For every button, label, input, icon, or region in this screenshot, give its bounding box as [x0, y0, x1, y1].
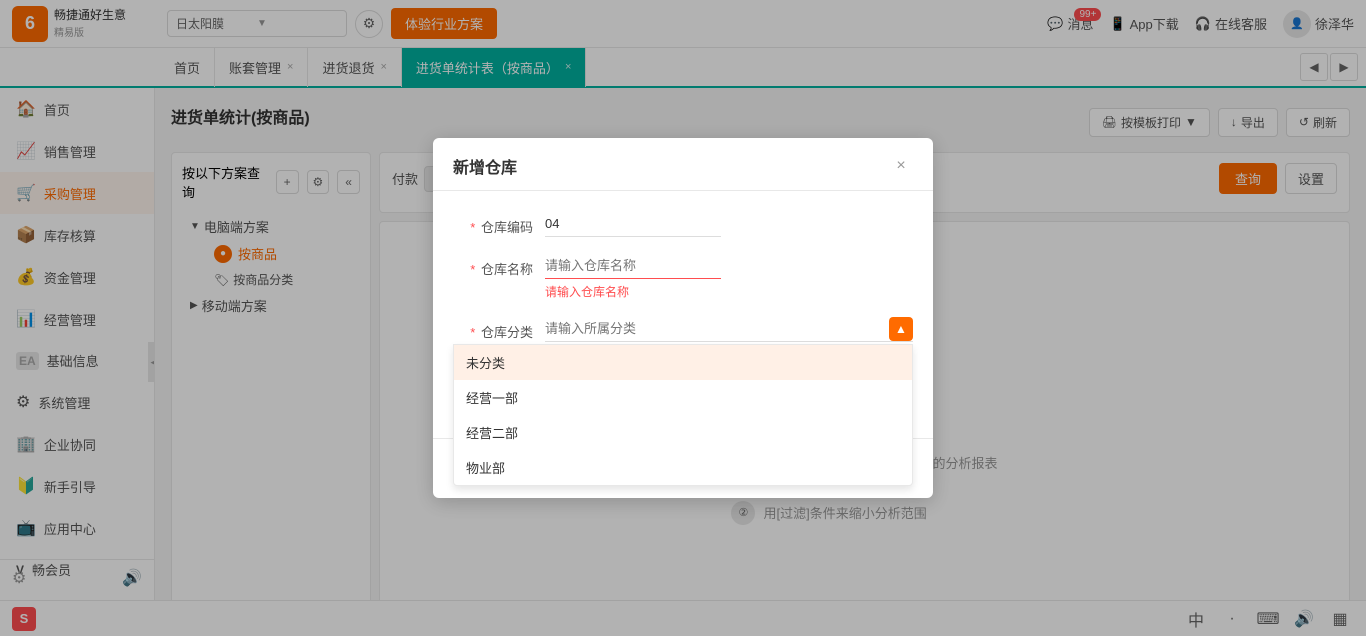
category-dropdown[interactable]: ▲ — [545, 316, 913, 342]
name-label-text: 仓库名称 — [481, 262, 533, 277]
modal-body: * 仓库编码 * 仓库名称 请输入仓库名称 — [433, 191, 933, 438]
modal-title: 新增仓库 — [453, 154, 517, 178]
modal-header: 新增仓库 × — [433, 138, 933, 191]
code-input[interactable] — [545, 211, 721, 237]
code-control-wrapper — [545, 211, 913, 237]
dropdown-item-dept2[interactable]: 经营二部 — [454, 415, 912, 450]
category-field-row: * 仓库分类 ▲ 未分类 经营一部 经营二部 物业部 — [453, 316, 913, 342]
dropdown-item-dept1[interactable]: 经营一部 — [454, 380, 912, 415]
name-field-row: * 仓库名称 请输入仓库名称 — [453, 253, 913, 300]
code-field-row: * 仓库编码 — [453, 211, 913, 237]
code-label: * 仓库编码 — [453, 211, 533, 236]
category-control-wrapper: ▲ 未分类 经营一部 经营二部 物业部 — [545, 316, 913, 342]
name-error-text: 请输入仓库名称 — [545, 283, 913, 300]
category-dropdown-arrow[interactable]: ▲ — [889, 317, 913, 341]
category-required-mark: * — [470, 325, 475, 340]
code-label-text: 仓库编码 — [481, 220, 533, 235]
modal-close-button[interactable]: × — [889, 154, 913, 178]
dropdown-item-unclassified[interactable]: 未分类 — [454, 345, 912, 380]
category-input[interactable] — [545, 321, 913, 336]
name-input[interactable] — [545, 253, 721, 279]
category-label-text: 仓库分类 — [481, 325, 533, 340]
category-dropdown-menu: 未分类 经营一部 经营二部 物业部 — [453, 344, 913, 486]
code-required-mark: * — [470, 220, 475, 235]
name-control-wrapper: 请输入仓库名称 — [545, 253, 913, 300]
modal-overlay: 新增仓库 × * 仓库编码 * 仓库名称 — [0, 0, 1366, 636]
name-label: * 仓库名称 — [453, 253, 533, 278]
category-label: * 仓库分类 — [453, 316, 533, 341]
dropdown-item-dept3[interactable]: 物业部 — [454, 450, 912, 485]
add-warehouse-modal: 新增仓库 × * 仓库编码 * 仓库名称 — [433, 138, 933, 498]
name-required-mark: * — [470, 262, 475, 277]
